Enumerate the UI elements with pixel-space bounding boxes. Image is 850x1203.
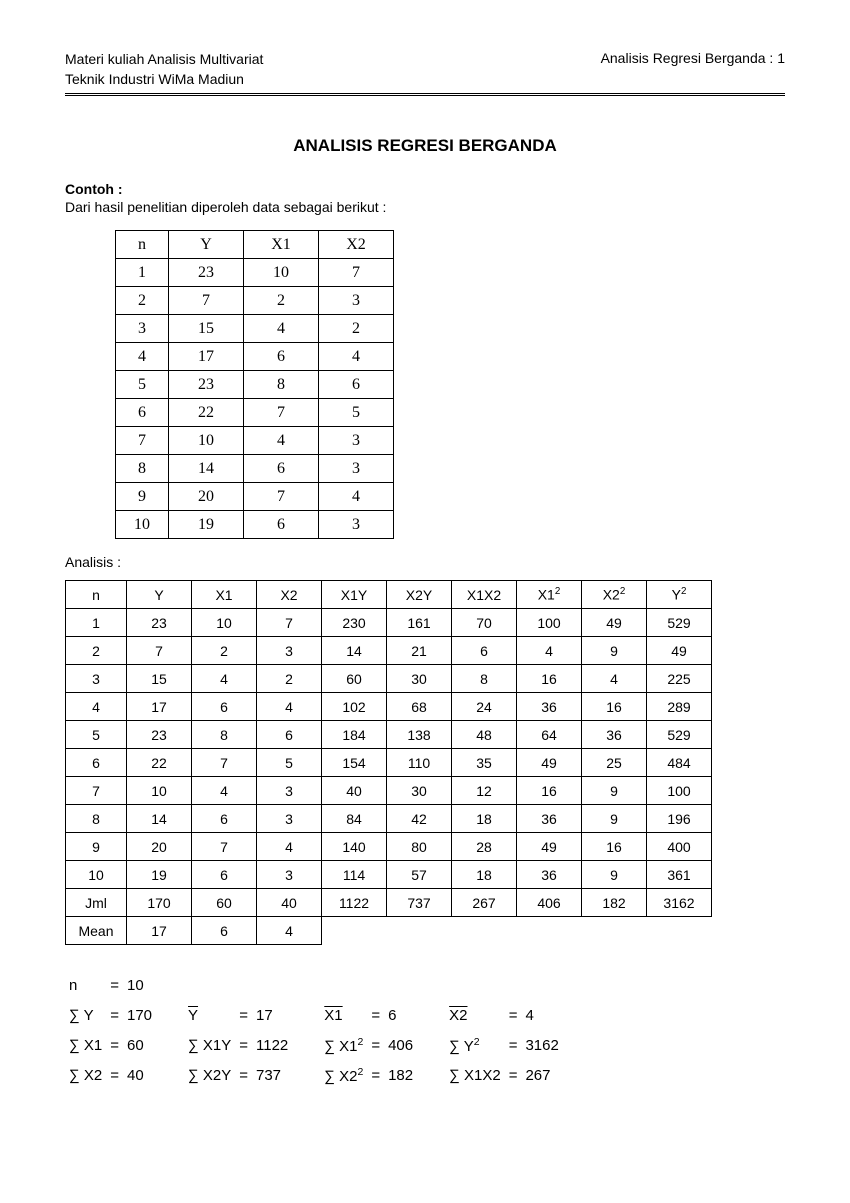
sum-x1sq: 406 bbox=[384, 1030, 417, 1060]
column-header: Y bbox=[169, 231, 244, 259]
table-row: 62275154110354925484 bbox=[66, 749, 712, 777]
page-title: ANALISIS REGRESI BERGANDA bbox=[65, 136, 785, 156]
table-row: 31542 bbox=[116, 315, 394, 343]
table-row: 52386 bbox=[116, 371, 394, 399]
page-header: Materi kuliah Analisis Multivariat Tekni… bbox=[65, 50, 785, 96]
table-row: 62275 bbox=[116, 399, 394, 427]
column-header: X1 bbox=[244, 231, 319, 259]
column-header: n bbox=[66, 581, 127, 609]
column-header: Y2 bbox=[647, 581, 712, 609]
sum-ysq: 3162 bbox=[521, 1030, 562, 1060]
table-row: 2723 bbox=[116, 287, 394, 315]
column-header: X2Y bbox=[387, 581, 452, 609]
analysis-table: nYX1X2X1YX2YX1X2X12X22Y2 123107230161701… bbox=[65, 580, 712, 945]
table-row: 41764 bbox=[116, 343, 394, 371]
table-row: 81463844218369196 bbox=[66, 805, 712, 833]
column-header: X1Y bbox=[322, 581, 387, 609]
table-row: 3154260308164225 bbox=[66, 665, 712, 693]
sum-x2: 40 bbox=[123, 1060, 156, 1090]
sum-y: 170 bbox=[123, 1000, 156, 1030]
n-value: 10 bbox=[123, 970, 156, 1000]
y-bar: 17 bbox=[252, 1000, 292, 1030]
sum-x1: 60 bbox=[123, 1030, 156, 1060]
table-row: 81463 bbox=[116, 455, 394, 483]
table-row: 71043403012169100 bbox=[66, 777, 712, 805]
sum-x2y: 737 bbox=[252, 1060, 292, 1090]
sum-x1y: 1122 bbox=[252, 1030, 292, 1060]
table-row: 92074 bbox=[116, 483, 394, 511]
data-table: nYX1X2 123107272331542417645238662275710… bbox=[115, 230, 394, 539]
sum-x2sq: 182 bbox=[384, 1060, 417, 1090]
sum-row: Jml170604011227372674061823162 bbox=[66, 889, 712, 917]
column-header: X1X2 bbox=[452, 581, 517, 609]
table-row: 1019631145718369361 bbox=[66, 861, 712, 889]
column-header: X12 bbox=[517, 581, 582, 609]
x1-bar: 6 bbox=[384, 1000, 417, 1030]
table-row: 71043 bbox=[116, 427, 394, 455]
page-number: Analisis Regresi Berganda : 1 bbox=[601, 50, 785, 89]
analysis-label: Analisis : bbox=[65, 554, 785, 570]
table-row: 1231072301617010049529 bbox=[66, 609, 712, 637]
column-header: X2 bbox=[257, 581, 322, 609]
sum-x1x2: 267 bbox=[521, 1060, 562, 1090]
table-row: 101963 bbox=[116, 511, 394, 539]
mean-row: Mean1764 bbox=[66, 917, 712, 945]
column-header: X2 bbox=[319, 231, 394, 259]
example-label: Contoh : bbox=[65, 181, 785, 197]
course-title: Materi kuliah Analisis Multivariat bbox=[65, 50, 263, 70]
table-row: 9207414080284916400 bbox=[66, 833, 712, 861]
column-header: X22 bbox=[582, 581, 647, 609]
column-header: X1 bbox=[192, 581, 257, 609]
department: Teknik Industri WiMa Madiun bbox=[65, 70, 263, 90]
column-header: Y bbox=[127, 581, 192, 609]
table-row: 2723142164949 bbox=[66, 637, 712, 665]
x2-bar: 4 bbox=[521, 1000, 562, 1030]
example-text: Dari hasil penelitian diperoleh data seb… bbox=[65, 199, 785, 215]
summary-values: n=10 ∑ Y=170 Y=17 X1=6 X2=4 ∑ X1=60 ∑ X1… bbox=[65, 970, 563, 1090]
table-row: 52386184138486436529 bbox=[66, 721, 712, 749]
table-row: 4176410268243616289 bbox=[66, 693, 712, 721]
table-row: 123107 bbox=[116, 259, 394, 287]
column-header: n bbox=[116, 231, 169, 259]
